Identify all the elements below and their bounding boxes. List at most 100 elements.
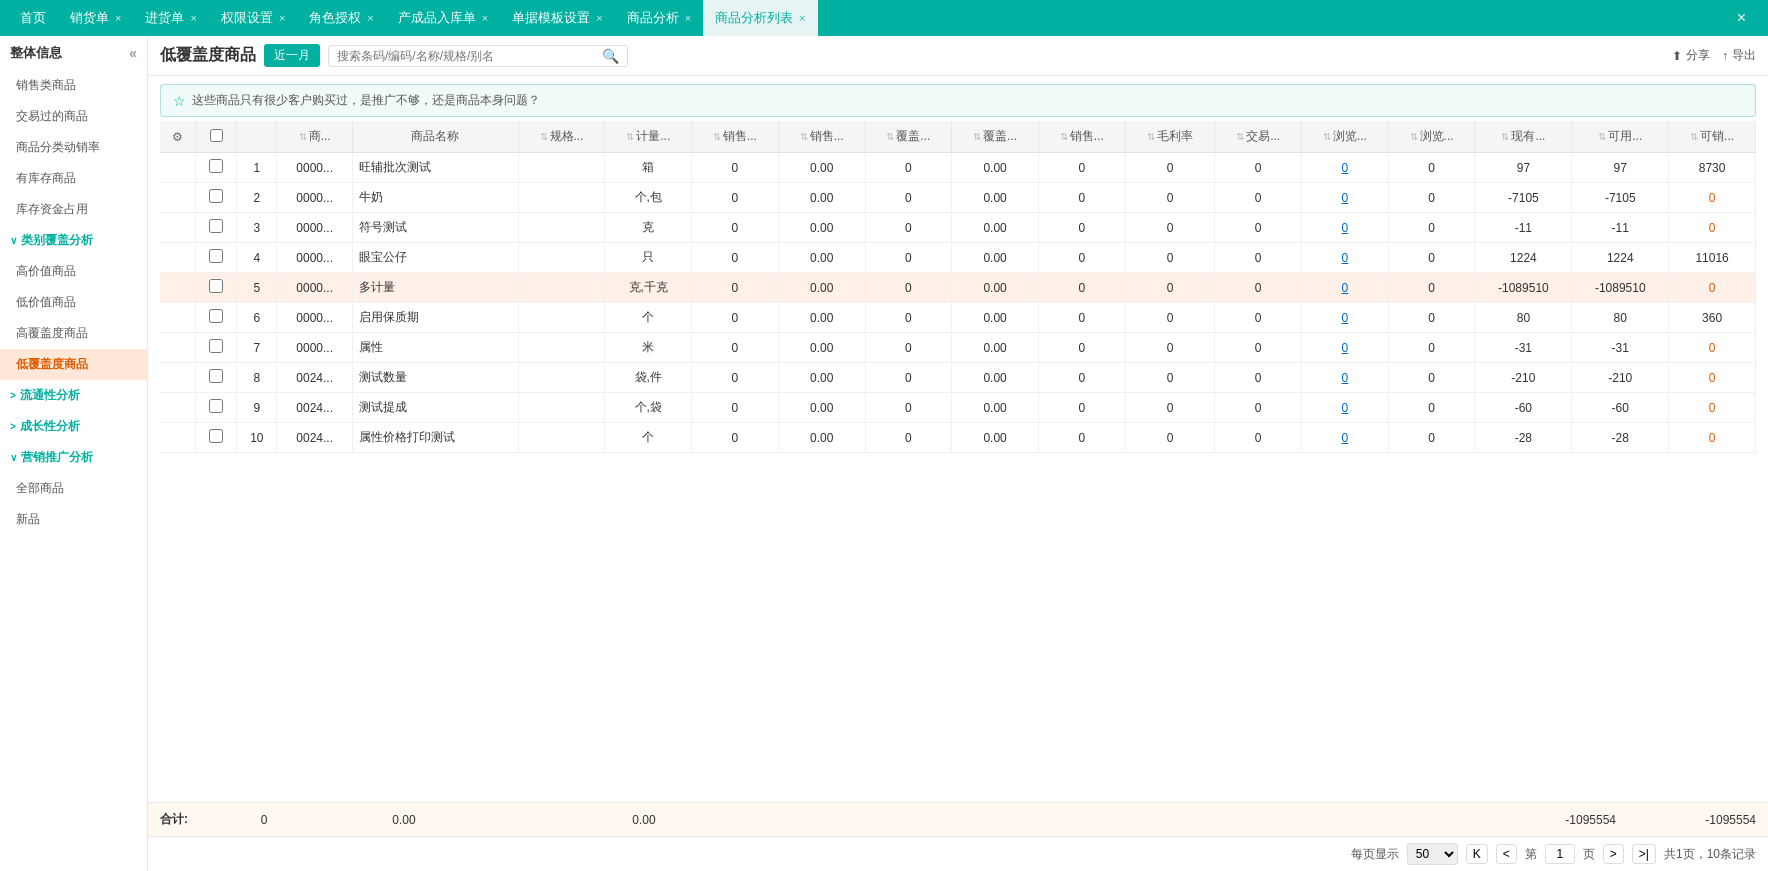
row-checkbox-cell[interactable] xyxy=(196,423,237,453)
row-checkbox[interactable] xyxy=(209,159,223,173)
export-button[interactable]: ↑ 导出 xyxy=(1722,47,1756,64)
share-button[interactable]: ⬆ 分享 xyxy=(1672,47,1710,64)
sidebar-item-in-stock-goods[interactable]: 有库存商品 xyxy=(0,163,147,194)
page-size-select[interactable]: 50 10 20 100 xyxy=(1407,843,1458,865)
row-browse2: 0 xyxy=(1388,393,1475,423)
search-input[interactable] xyxy=(337,49,602,63)
sidebar-item-high-value[interactable]: 高价值商品 xyxy=(0,256,147,287)
sidebar-collapse-button[interactable]: « xyxy=(129,45,137,61)
nav-close-icon[interactable]: × xyxy=(482,12,488,24)
col-unit[interactable]: 计量... xyxy=(605,121,692,153)
row-checkbox-cell[interactable] xyxy=(196,153,237,183)
next-page-button[interactable]: > xyxy=(1603,844,1624,864)
row-browse1[interactable]: 0 xyxy=(1302,333,1389,363)
sidebar-item-sales-goods[interactable]: 销售类商品 xyxy=(0,70,147,101)
sidebar-item-all-goods[interactable]: 全部商品 xyxy=(0,473,147,504)
sidebar-item-low-coverage[interactable]: 低覆盖度商品 xyxy=(0,349,147,380)
col-trans[interactable]: 交易... xyxy=(1215,121,1302,153)
row-checkbox[interactable] xyxy=(209,279,223,293)
row-checkbox-cell[interactable] xyxy=(196,333,237,363)
nav-product-analysis[interactable]: 商品分析 × xyxy=(615,0,703,36)
row-checkbox-cell[interactable] xyxy=(196,273,237,303)
col-settings[interactable]: ⚙ xyxy=(160,121,196,153)
col-sellable[interactable]: 可销... xyxy=(1669,121,1756,153)
row-checkbox[interactable] xyxy=(209,369,223,383)
row-browse1[interactable]: 0 xyxy=(1302,243,1389,273)
row-browse1[interactable]: 0 xyxy=(1302,363,1389,393)
select-all-checkbox[interactable] xyxy=(210,129,223,142)
row-checkbox[interactable] xyxy=(209,339,223,353)
col-gross-rate[interactable]: 毛利率 xyxy=(1125,121,1215,153)
search-icon[interactable]: 🔍 xyxy=(602,48,619,64)
sidebar-item-low-value[interactable]: 低价值商品 xyxy=(0,287,147,318)
row-checkbox[interactable] xyxy=(209,429,223,443)
col-cover2[interactable]: 覆盖... xyxy=(952,121,1039,153)
col-code[interactable]: 商... xyxy=(277,121,353,153)
row-cover2: 0.00 xyxy=(952,183,1039,213)
row-checkbox[interactable] xyxy=(209,249,223,263)
nav-role-auth[interactable]: 角色授权 × xyxy=(297,0,385,36)
row-browse1[interactable]: 0 xyxy=(1302,273,1389,303)
row-checkbox-cell[interactable] xyxy=(196,243,237,273)
sidebar-section-liquidity[interactable]: > 流通性分析 xyxy=(0,380,147,411)
row-browse1[interactable]: 0 xyxy=(1302,153,1389,183)
row-checkbox[interactable] xyxy=(209,399,223,413)
col-sales2[interactable]: 销售... xyxy=(778,121,865,153)
last-page-button[interactable]: >| xyxy=(1632,844,1656,864)
row-no: 5 xyxy=(237,273,277,303)
col-spec[interactable]: 规格... xyxy=(518,121,605,153)
time-filter-button[interactable]: 近一月 xyxy=(264,44,320,67)
sidebar-section-growth[interactable]: > 成长性分析 xyxy=(0,411,147,442)
row-checkbox-cell[interactable] xyxy=(196,183,237,213)
row-checkbox[interactable] xyxy=(209,189,223,203)
col-sales3[interactable]: 销售... xyxy=(1038,121,1125,153)
nav-permission-settings[interactable]: 权限设置 × xyxy=(209,0,297,36)
row-browse1[interactable]: 0 xyxy=(1302,423,1389,453)
row-browse1[interactable]: 0 xyxy=(1302,183,1389,213)
sidebar-item-traded-goods[interactable]: 交易过的商品 xyxy=(0,101,147,132)
nav-sales-order[interactable]: 销货单 × xyxy=(58,0,133,36)
current-page-input[interactable] xyxy=(1545,844,1575,864)
col-available[interactable]: 可用... xyxy=(1572,121,1669,153)
nav-close-icon[interactable]: × xyxy=(596,12,602,24)
row-no: 7 xyxy=(237,333,277,363)
sidebar-item-high-coverage[interactable]: 高覆盖度商品 xyxy=(0,318,147,349)
nav-close-icon[interactable]: × xyxy=(367,12,373,24)
col-browse1[interactable]: 浏览... xyxy=(1302,121,1389,153)
nav-product-analysis-list[interactable]: 商品分析列表 × xyxy=(703,0,817,36)
sidebar-item-stock-capital[interactable]: 库存资金占用 xyxy=(0,194,147,225)
sidebar-item-new-goods[interactable]: 新品 xyxy=(0,504,147,535)
row-browse1[interactable]: 0 xyxy=(1302,213,1389,243)
col-current[interactable]: 现有... xyxy=(1475,121,1572,153)
row-checkbox-cell[interactable] xyxy=(196,393,237,423)
first-page-button[interactable]: K xyxy=(1466,844,1488,864)
nav-close-icon[interactable]: × xyxy=(279,12,285,24)
nav-product-storage[interactable]: 产成品入库单 × xyxy=(386,0,500,36)
nav-close-icon[interactable]: × xyxy=(115,12,121,24)
nav-purchase-order[interactable]: 进货单 × xyxy=(133,0,208,36)
col-browse2[interactable]: 浏览... xyxy=(1388,121,1475,153)
row-checkbox[interactable] xyxy=(209,219,223,233)
nav-home[interactable]: 首页 xyxy=(8,0,58,36)
sidebar-item-category-rate[interactable]: 商品分类动销率 xyxy=(0,132,147,163)
prev-page-button[interactable]: < xyxy=(1496,844,1517,864)
col-cover1[interactable]: 覆盖... xyxy=(865,121,952,153)
row-browse1[interactable]: 0 xyxy=(1302,393,1389,423)
col-sales1[interactable]: 销售... xyxy=(692,121,779,153)
settings-icon[interactable]: ⚙ xyxy=(172,130,183,144)
nav-close-icon[interactable]: × xyxy=(190,12,196,24)
sidebar-header[interactable]: 整体信息 « xyxy=(0,36,147,70)
nav-close-icon[interactable]: × xyxy=(799,12,805,24)
table-header-row: ⚙ 商... 商品名称 规格... 计量... 销售... 销售... 覆盖..… xyxy=(160,121,1756,153)
window-close-button[interactable]: × xyxy=(1723,9,1760,27)
row-code: 0000... xyxy=(277,333,353,363)
sidebar-section-category-coverage[interactable]: ∨ 类别覆盖分析 xyxy=(0,225,147,256)
nav-template-settings[interactable]: 单据模板设置 × xyxy=(500,0,614,36)
row-checkbox[interactable] xyxy=(209,309,223,323)
sidebar-section-marketing[interactable]: ∨ 营销推广分析 xyxy=(0,442,147,473)
row-browse1[interactable]: 0 xyxy=(1302,303,1389,333)
row-checkbox-cell[interactable] xyxy=(196,303,237,333)
row-checkbox-cell[interactable] xyxy=(196,363,237,393)
nav-close-icon[interactable]: × xyxy=(685,12,691,24)
row-checkbox-cell[interactable] xyxy=(196,213,237,243)
